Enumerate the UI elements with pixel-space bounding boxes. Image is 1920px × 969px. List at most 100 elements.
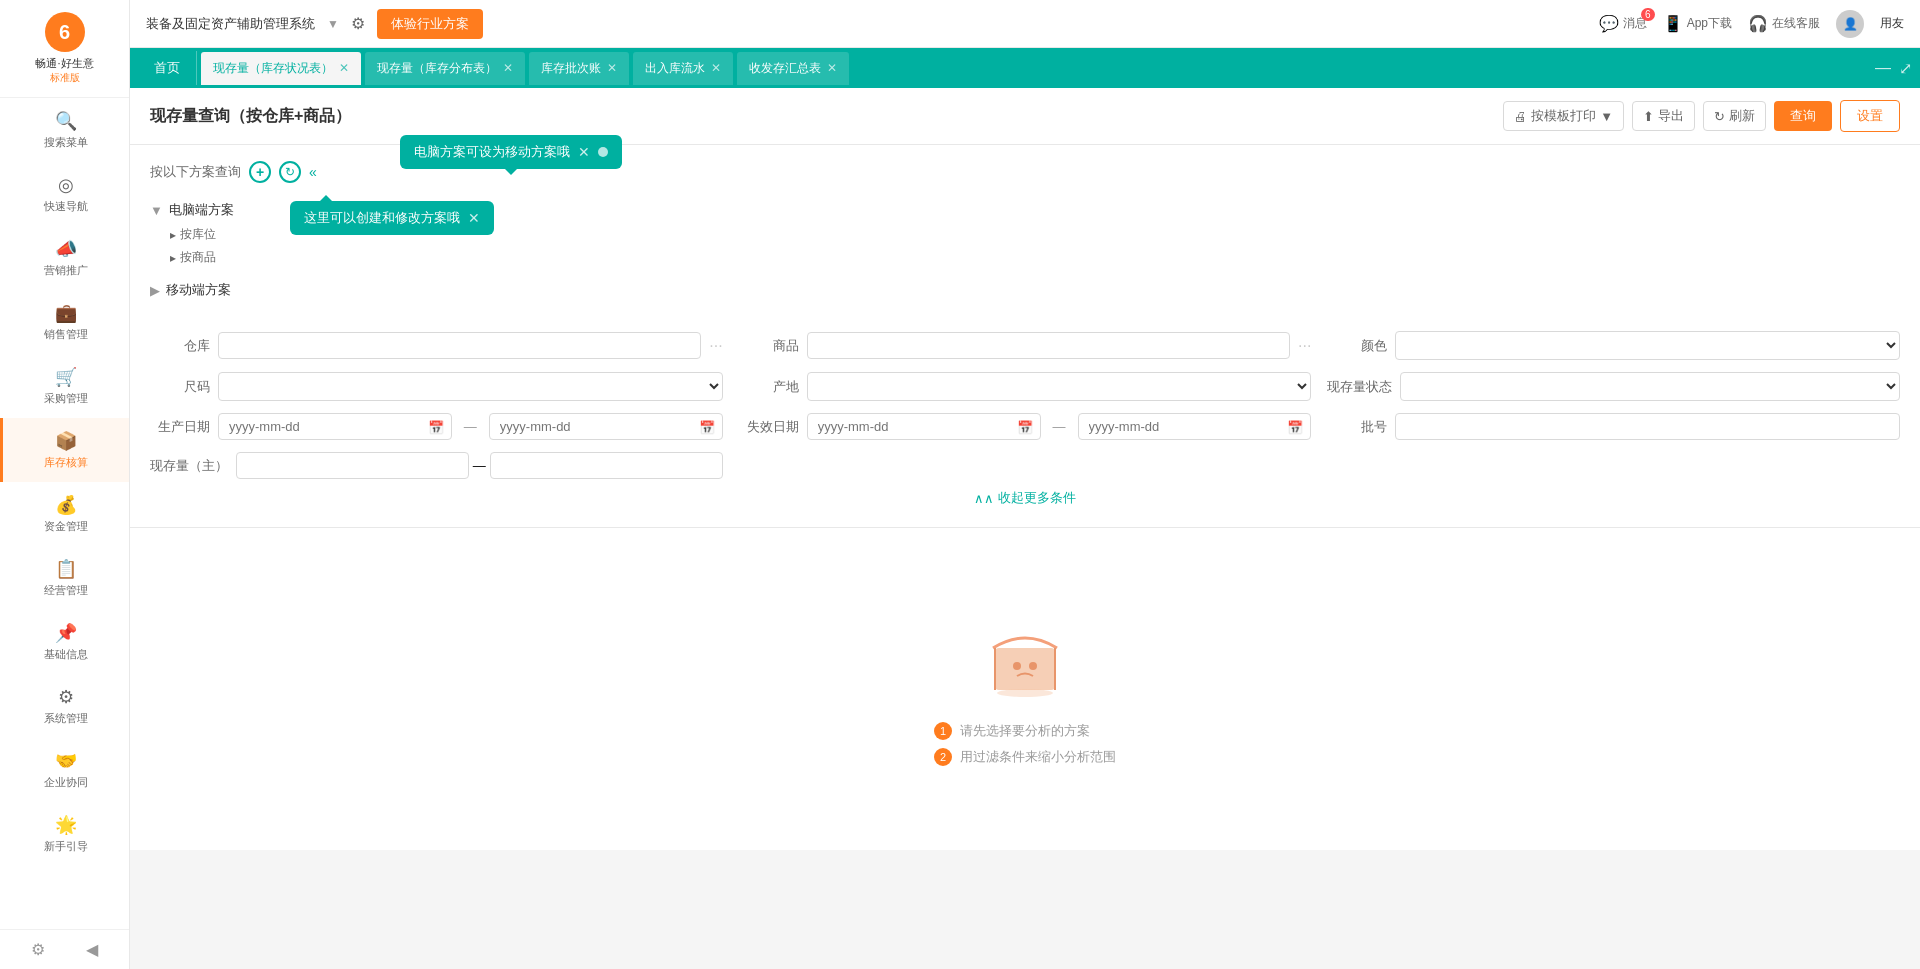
sidebar-item-sales[interactable]: 💼 销售管理 (0, 290, 129, 354)
phone-icon: 📱 (1663, 14, 1683, 33)
sidebar-item-operations[interactable]: 📋 经营管理 (0, 546, 129, 610)
tab-label: 现存量（库存分布表） (377, 60, 497, 77)
sidebar-item-label: 采购管理 (44, 391, 88, 406)
refresh-icon: ↻ (1714, 109, 1725, 124)
print-button[interactable]: 🖨 按模板打印 ▼ (1503, 101, 1624, 131)
batch-no-input[interactable] (1395, 413, 1900, 440)
sidebar-item-purchase[interactable]: 🛒 采购管理 (0, 354, 129, 418)
hint-item-2: 2 用过滤条件来缩小分析范围 (934, 744, 1116, 770)
content-area: 现存量查询（按仓库+商品） 🖨 按模板打印 ▼ ⬆ 导出 ↻ 刷新 查询 设置 (130, 88, 1920, 969)
sidebar-item-quicknav[interactable]: ◎ 快速导航 (0, 162, 129, 226)
compass-icon: ◎ (58, 174, 74, 196)
enterprise-icon: 🤝 (55, 750, 77, 772)
filter-refresh-button[interactable]: ↻ (279, 161, 301, 183)
collapse-button[interactable]: ∧∧ 收起更多条件 (974, 489, 1076, 507)
scheme-mobile[interactable]: ▶ 移动端方案 (150, 277, 234, 303)
system-name: 装备及固定资产辅助管理系统 (146, 15, 315, 33)
tab-batch-ledger[interactable]: 库存批次账 ✕ (529, 52, 629, 85)
tab-close-icon[interactable]: ✕ (503, 61, 513, 75)
expire-date-to-input[interactable] (1078, 413, 1312, 440)
tab-inventory-status[interactable]: 现存量（库存状况表） ✕ (201, 52, 361, 85)
origin-label: 产地 (739, 378, 799, 396)
sidebar-item-newguide[interactable]: 🌟 新手引导 (0, 802, 129, 866)
tab-close-icon[interactable]: ✕ (711, 61, 721, 75)
tooltip2-close-icon[interactable]: ✕ (468, 210, 480, 226)
color-select[interactable] (1395, 331, 1900, 360)
qty-main-to-input[interactable] (490, 452, 723, 479)
print-icon: 🖨 (1514, 109, 1527, 124)
tooltip-close-icon[interactable]: ✕ (578, 144, 590, 160)
sidebar-item-inventory[interactable]: 📦 库存核算 (0, 418, 129, 482)
goods-dots-icon[interactable]: ··· (1298, 337, 1311, 355)
goods-input[interactable] (807, 332, 1290, 359)
sidebar-item-basic[interactable]: 📌 基础信息 (0, 610, 129, 674)
warehouse-input[interactable] (218, 332, 701, 359)
app-label: App下载 (1687, 15, 1732, 32)
scheme-tooltip: 电脑方案可设为移动方案哦 ✕ (400, 135, 622, 169)
sidebar-item-label: 销售管理 (44, 327, 88, 342)
collapse-sidebar-button[interactable]: ◀ (86, 940, 98, 959)
warehouse-dots-icon[interactable]: ··· (709, 337, 722, 355)
qty-main-range: — (236, 452, 723, 479)
marketing-icon: 📣 (55, 238, 77, 260)
prod-date-from-input[interactable] (218, 413, 452, 440)
create-scheme-tooltip: 这里可以创建和修改方案哦 ✕ (290, 201, 494, 235)
origin-select[interactable] (807, 372, 1312, 401)
prod-date-to-wrap: 📅 (489, 413, 723, 440)
filter-header: 按以下方案查询 + ↻ « 电脑方案可设为移动方案哦 ✕ (150, 161, 1900, 183)
scheme-sub-label: 按商品 (180, 249, 216, 266)
filter-back-button[interactable]: « (309, 164, 317, 180)
qty-main-from-input[interactable] (236, 452, 469, 479)
search-button[interactable]: 查询 (1774, 101, 1832, 131)
scheme-sub-label: 按库位 (180, 226, 216, 243)
size-select[interactable] (218, 372, 723, 401)
tab-maximize-icon[interactable]: ⤢ (1899, 59, 1912, 78)
refresh-button[interactable]: ↻ 刷新 (1703, 101, 1766, 131)
industry-button[interactable]: 体验行业方案 (377, 9, 483, 39)
system-dropdown-icon[interactable]: ▼ (327, 17, 339, 31)
user-name[interactable]: 用友 (1880, 15, 1904, 32)
reset-button[interactable]: 设置 (1840, 100, 1900, 132)
scheme-sub-item-goods[interactable]: ▸ 按商品 (170, 246, 234, 269)
calendar-icon[interactable]: 📅 (1287, 419, 1303, 434)
sidebar-item-finance[interactable]: 💰 资金管理 (0, 482, 129, 546)
tabs-bar: 首页 现存量（库存状况表） ✕ 现存量（库存分布表） ✕ 库存批次账 ✕ 出入库… (130, 48, 1920, 88)
tab-home[interactable]: 首页 (138, 51, 197, 85)
settings-button[interactable]: ⚙ (31, 940, 45, 959)
sidebar-item-label: 搜索菜单 (44, 135, 88, 150)
calendar-icon[interactable]: 📅 (428, 419, 444, 434)
stock-status-field: 现存量状态 (1327, 372, 1900, 401)
tab-recv-summary[interactable]: 收发存汇总表 ✕ (737, 52, 849, 85)
messages-button[interactable]: 💬 消息 6 (1599, 14, 1647, 33)
calendar-icon[interactable]: 📅 (1017, 419, 1033, 434)
date-range-dash: — (460, 419, 481, 434)
sidebar-item-enterprise[interactable]: 🤝 企业协同 (0, 738, 129, 802)
prod-date-to-input[interactable] (489, 413, 723, 440)
support-button[interactable]: 🎧 在线客服 (1748, 14, 1820, 33)
calendar-icon[interactable]: 📅 (699, 419, 715, 434)
basic-icon: 📌 (55, 622, 77, 644)
sidebar-item-marketing[interactable]: 📣 营销推广 (0, 226, 129, 290)
tab-minimize-icon[interactable]: — (1875, 59, 1891, 77)
tab-inventory-dist[interactable]: 现存量（库存分布表） ✕ (365, 52, 525, 85)
tab-close-icon[interactable]: ✕ (827, 61, 837, 75)
filter-add-button[interactable]: + (249, 161, 271, 183)
svg-point-5 (997, 689, 1053, 697)
filter-row-3: 生产日期 📅 — 📅 失效日期 (150, 413, 1900, 440)
export-button[interactable]: ⬆ 导出 (1632, 101, 1695, 131)
topbar-right: 💬 消息 6 📱 App下载 🎧 在线客服 👤 用友 (1599, 10, 1904, 38)
tab-close-icon[interactable]: ✕ (339, 61, 349, 75)
sidebar-item-search[interactable]: 🔍 搜索菜单 (0, 98, 129, 162)
scheme-sub-item-warehouse[interactable]: ▸ 按库位 (170, 223, 234, 246)
scheme-desktop[interactable]: ▼ 电脑端方案 (150, 197, 234, 223)
tab-close-icon[interactable]: ✕ (607, 61, 617, 75)
refresh-label: 刷新 (1729, 107, 1755, 125)
app-download-button[interactable]: 📱 App下载 (1663, 14, 1732, 33)
expire-date-from-input[interactable] (807, 413, 1041, 440)
stock-status-select[interactable] (1400, 372, 1900, 401)
tab-inout-flow[interactable]: 出入库流水 ✕ (633, 52, 733, 85)
sidebar-item-system[interactable]: ⚙ 系统管理 (0, 674, 129, 738)
topbar-left: 装备及固定资产辅助管理系统 ▼ ⚙ 体验行业方案 (146, 9, 483, 39)
settings-gear-button[interactable]: ⚙ (351, 14, 365, 33)
sales-icon: 💼 (55, 302, 77, 324)
